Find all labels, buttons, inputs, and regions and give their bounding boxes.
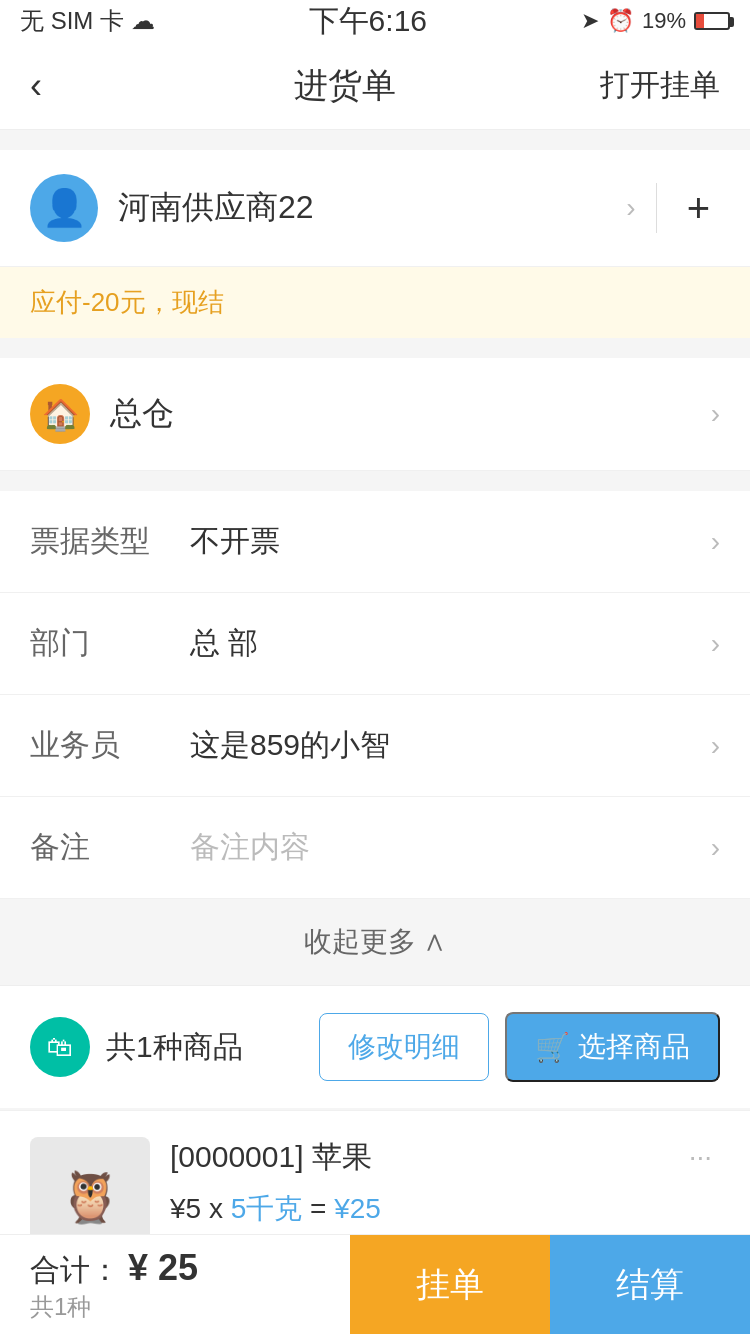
back-button[interactable]: ‹ [30, 65, 90, 107]
remark-label: 备注 [30, 827, 170, 868]
cart-icon: 🛒 [535, 1031, 570, 1064]
signal-text: 无 SIM 卡 ☁ [20, 5, 155, 37]
nav-bar: ‹ 进货单 打开挂单 [0, 42, 750, 130]
invoice-type-row[interactable]: 票据类型 不开票 › [0, 491, 750, 593]
hang-button[interactable]: 挂单 [350, 1235, 550, 1335]
modify-detail-button[interactable]: 修改明细 [319, 1013, 489, 1081]
product-unit-price: ¥5 x [170, 1193, 231, 1224]
bottom-bar: 合计： ¥ 25 共1种 挂单 结算 [0, 1234, 750, 1334]
collapse-bar[interactable]: 收起更多 ∧ [0, 899, 750, 985]
product-count-text: 共1种商品 [106, 1027, 319, 1068]
remark-chevron-icon: › [711, 832, 720, 864]
remark-row[interactable]: 备注 备注内容 › [0, 797, 750, 899]
checkout-button[interactable]: 结算 [550, 1235, 750, 1335]
warehouse-icon: 🏠 [30, 384, 90, 444]
product-owl-icon: 🦉 [59, 1168, 121, 1226]
product-total: ¥25 [334, 1193, 381, 1224]
product-more-button[interactable]: ··· [681, 1137, 720, 1177]
supplier-row[interactable]: 👤 河南供应商22 › + [0, 150, 750, 267]
product-qty: 5千克 [231, 1193, 303, 1224]
product-info: [0000001] 苹果 ¥5 x 5千克 = ¥25 [170, 1137, 681, 1228]
page-title: 进货单 [294, 63, 396, 109]
total-amount: ¥ 25 [128, 1247, 198, 1289]
total-sub: 共1种 [30, 1291, 320, 1323]
invoice-type-value: 不开票 [190, 521, 701, 562]
department-value: 总 部 [190, 623, 701, 664]
total-section: 合计： ¥ 25 共1种 [0, 1247, 350, 1323]
bag-icon: 🛍 [47, 1032, 73, 1063]
remark-value: 备注内容 [190, 827, 701, 868]
supplier-section: 👤 河南供应商22 › + 应付-20元，现结 [0, 150, 750, 338]
total-main: 合计： ¥ 25 [30, 1247, 320, 1291]
warehouse-chevron-icon: › [711, 398, 720, 430]
salesperson-label: 业务员 [30, 725, 170, 766]
supplier-chevron-icon: › [626, 192, 635, 224]
battery-text: 19% [642, 8, 686, 34]
select-product-button[interactable]: 🛒 选择商品 [505, 1012, 720, 1082]
invoice-type-label: 票据类型 [30, 521, 170, 562]
add-supplier-button[interactable]: + [677, 186, 720, 231]
supplier-avatar: 👤 [30, 174, 98, 242]
status-bar: 无 SIM 卡 ☁ 下午6:16 ➤ ⏰ 19% [0, 0, 750, 42]
salesperson-chevron-icon: › [711, 730, 720, 762]
product-equals: = [302, 1193, 334, 1224]
warehouse-row[interactable]: 🏠 总仓 › [0, 358, 750, 471]
notice-banner: 应付-20元，现结 [0, 267, 750, 338]
department-chevron-icon: › [711, 628, 720, 660]
product-price: ¥5 x 5千克 = ¥25 [170, 1190, 681, 1228]
status-left: 无 SIM 卡 ☁ [20, 5, 155, 37]
form-section: 票据类型 不开票 › 部门 总 部 › 业务员 这是859的小智 › 备注 备注… [0, 491, 750, 899]
status-right: ➤ ⏰ 19% [581, 8, 730, 34]
open-hang-button[interactable]: 打开挂单 [600, 65, 720, 106]
alarm-icon: ⏰ [607, 8, 634, 34]
location-icon: ➤ [581, 8, 599, 34]
product-header: 🛍 共1种商品 修改明细 🛒 选择商品 [0, 985, 750, 1108]
product-name: [0000001] 苹果 [170, 1137, 681, 1178]
warehouse-name: 总仓 [110, 392, 701, 436]
section-gap-1 [0, 130, 750, 150]
total-label: 合计： [30, 1250, 120, 1291]
battery-icon [694, 12, 730, 30]
supplier-divider [656, 183, 657, 233]
status-time: 下午6:16 [309, 1, 427, 42]
salesperson-value: 这是859的小智 [190, 725, 701, 766]
department-label: 部门 [30, 623, 170, 664]
supplier-name: 河南供应商22 [118, 186, 616, 230]
product-bag-icon: 🛍 [30, 1017, 90, 1077]
department-row[interactable]: 部门 总 部 › [0, 593, 750, 695]
avatar-icon: 👤 [42, 187, 87, 229]
warehouse-house-icon: 🏠 [42, 397, 79, 432]
invoice-type-chevron-icon: › [711, 526, 720, 558]
select-product-label: 选择商品 [578, 1028, 690, 1066]
salesperson-row[interactable]: 业务员 这是859的小智 › [0, 695, 750, 797]
